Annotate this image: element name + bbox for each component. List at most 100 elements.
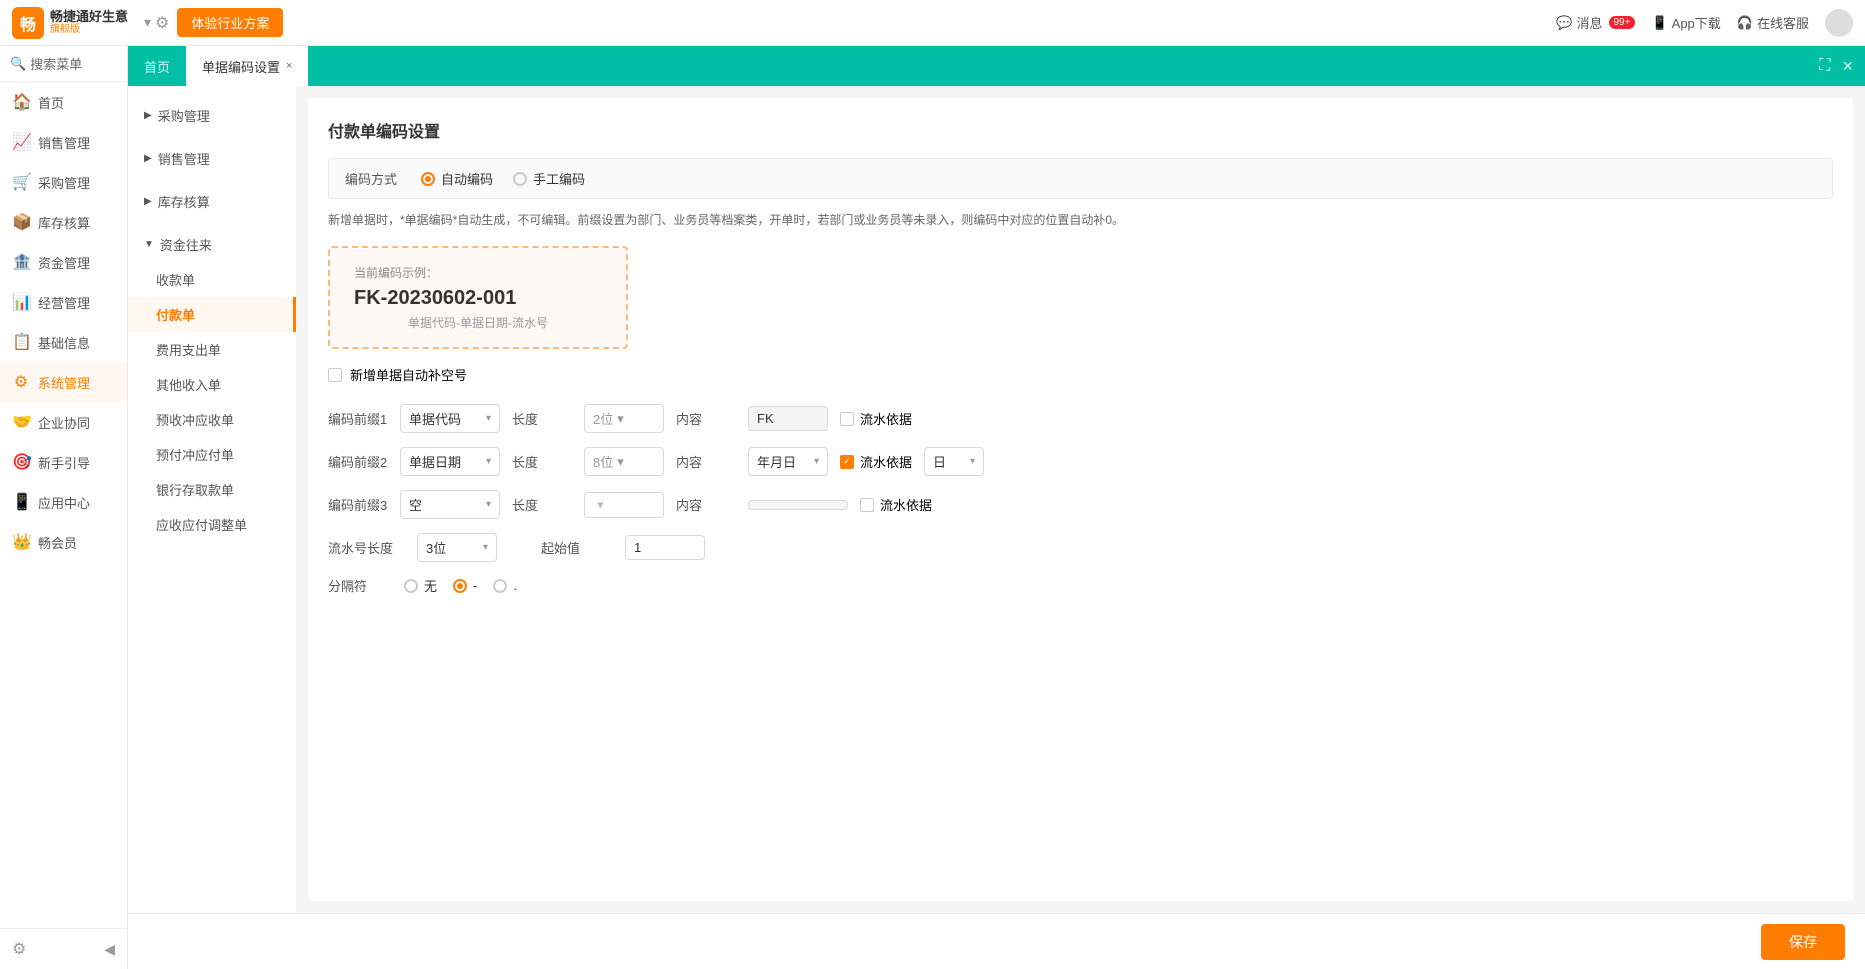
tab-serial-settings[interactable]: 单据编码设置 × <box>186 46 308 86</box>
sidebar-item-apps[interactable]: 📱 应用中心 <box>0 482 127 522</box>
sep-dash-dot <box>453 579 467 593</box>
serial2-group: ✓ 流水依据 <box>840 452 912 471</box>
menu-header-capital[interactable]: ▼ 资金往来 <box>128 227 296 262</box>
arrow-down-icon: ▼ <box>144 239 154 250</box>
encoding-radio-group: 自动编码 手工编码 <box>421 169 585 188</box>
topbar-left: 畅 畅捷通好生意 旗舰版 ▾ ⚙ 体验行业方案 <box>12 7 283 39</box>
main-layout: 🔍 搜索菜单 🏠 首页 📈 销售管理 🛒 采购管理 📦 库存核算 🏦 资金管理 … <box>0 46 1865 969</box>
sidebar-item-operation[interactable]: 📊 经营管理 <box>0 282 127 322</box>
menu-item-expense[interactable]: 费用支出单 <box>128 332 296 367</box>
menu-item-other-income[interactable]: 其他收入单 <box>128 367 296 402</box>
menu-header-sales[interactable]: ▶ 销售管理 <box>128 141 296 176</box>
content2-select[interactable]: 年月日 ▾ <box>748 447 828 476</box>
length3-select[interactable]: ▾ <box>584 492 664 518</box>
sidebar-search[interactable]: 🔍 搜索菜单 <box>0 46 127 82</box>
nav-arrow-icon[interactable]: ▾ <box>144 14 151 31</box>
sidebar-label-purchase: 采购管理 <box>38 173 90 192</box>
tab-expand-icon[interactable]: ⛶ <box>1815 53 1834 79</box>
content3-input <box>748 500 848 510</box>
menu-item-payment[interactable]: 付款单 <box>128 297 296 332</box>
sidebar: 🔍 搜索菜单 🏠 首页 📈 销售管理 🛒 采购管理 📦 库存核算 🏦 资金管理 … <box>0 46 128 969</box>
trial-button[interactable]: 体验行业方案 <box>177 8 283 37</box>
menu-item-prepay-recv[interactable]: 预收冲应收单 <box>128 402 296 437</box>
manual-radio[interactable]: 手工编码 <box>513 169 585 188</box>
tab-close-all-icon[interactable]: × <box>1838 52 1857 81</box>
menu-item-receipt[interactable]: 收款单 <box>128 262 296 297</box>
tab-close-icon[interactable]: × <box>286 60 292 72</box>
logo-sub: 旗舰版 <box>50 24 128 36</box>
prefix2-select[interactable]: 单据日期 ▾ <box>400 447 500 476</box>
main-panel: 付款单编码设置 编码方式 自动编码 手工编码 <box>308 98 1853 901</box>
encoding-method-label: 编码方式 <box>345 169 397 188</box>
menu-header-purchase[interactable]: ▶ 采购管理 <box>128 98 296 133</box>
encoding-method-row: 编码方式 自动编码 手工编码 <box>328 158 1833 199</box>
serial3-group: 流水依据 <box>860 495 932 514</box>
sidebar-item-guide[interactable]: 🎯 新手引导 <box>0 442 127 482</box>
auto-radio-label: 自动编码 <box>441 169 493 188</box>
save-button[interactable]: 保存 <box>1761 924 1845 960</box>
member-icon: 👑 <box>12 532 30 552</box>
sidebar-item-sales[interactable]: 📈 销售管理 <box>0 122 127 162</box>
start-value-input[interactable]: 1 <box>625 535 705 560</box>
auto-fill-checkbox[interactable] <box>328 368 342 382</box>
auto-radio[interactable]: 自动编码 <box>421 169 493 188</box>
menu-item-bank[interactable]: 银行存取款单 <box>128 472 296 507</box>
settings-icon[interactable]: ⚙ <box>155 13 169 33</box>
content1-label: 内容 <box>676 409 736 428</box>
serial3-checkbox[interactable] <box>860 498 874 512</box>
arrow-right-icon2: ▶ <box>144 153 152 164</box>
serial-length-select[interactable]: 3位 ▾ <box>417 533 497 562</box>
sidebar-item-system[interactable]: ⚙ 系统管理 <box>0 362 127 402</box>
sidebar-label-capital: 资金管理 <box>38 253 90 272</box>
sep-dot-label: . <box>513 578 517 593</box>
prefix1-value: 单据代码 <box>409 409 461 428</box>
menu-item-bank-label: 银行存取款单 <box>156 483 234 498</box>
tab-home[interactable]: 首页 <box>128 46 186 86</box>
footer-settings-icon[interactable]: ⚙ <box>12 939 26 959</box>
sidebar-item-member[interactable]: 👑 畅会员 <box>0 522 127 562</box>
prefix2-row: 编码前缀2 单据日期 ▾ 长度 8位 ▾ 内容 年月日 ▾ <box>328 447 1833 476</box>
prefix1-select[interactable]: 单据代码 ▾ <box>400 404 500 433</box>
menu-item-ap-adjust[interactable]: 应收应付调整单 <box>128 507 296 542</box>
sidebar-item-inventory[interactable]: 📦 库存核算 <box>0 202 127 242</box>
service-item[interactable]: 🎧 在线客服 <box>1737 13 1809 32</box>
prefix3-select[interactable]: 空 ▾ <box>400 490 500 519</box>
sidebar-item-basic[interactable]: 📋 基础信息 <box>0 322 127 362</box>
serial2-unit-select[interactable]: 日 ▾ <box>924 447 984 476</box>
sidebar-item-home[interactable]: 🏠 首页 <box>0 82 127 122</box>
sep-dot-radio[interactable]: . <box>493 578 517 593</box>
menu-header-inventory-label: 库存核算 <box>158 192 210 211</box>
length3-arrow-icon: ▾ <box>597 497 604 513</box>
serial2-checkbox[interactable]: ✓ <box>840 455 854 469</box>
length1-select[interactable]: 2位 ▾ <box>584 404 664 433</box>
content1-value: FK <box>757 411 774 426</box>
code-preview-value: FK-20230602-001 <box>354 287 602 310</box>
serial1-checkbox[interactable] <box>840 412 854 426</box>
menu-group-capital: ▼ 资金往来 收款单 付款单 费用支出单 其他收入单 <box>128 223 296 546</box>
basic-icon: 📋 <box>12 332 30 352</box>
sidebar-label-inventory: 库存核算 <box>38 213 90 232</box>
arrow-right-icon3: ▶ <box>144 196 152 207</box>
menu-item-prepay-pay[interactable]: 预付冲应付单 <box>128 437 296 472</box>
sidebar-label-guide: 新手引导 <box>38 453 90 472</box>
message-item[interactable]: 💬 消息 99+ <box>1556 13 1635 32</box>
content2-label: 内容 <box>676 452 736 471</box>
sidebar-item-purchase[interactable]: 🛒 采购管理 <box>0 162 127 202</box>
sep-none-radio[interactable]: 无 <box>404 576 437 595</box>
footer-collapse-icon[interactable]: ◀ <box>104 941 115 958</box>
app-logo: 畅 畅捷通好生意 旗舰版 <box>12 7 128 39</box>
menu-header-inventory[interactable]: ▶ 库存核算 <box>128 184 296 219</box>
topbar-nav[interactable]: ▾ ⚙ <box>144 13 169 33</box>
sep-dash-radio[interactable]: - <box>453 578 477 593</box>
menu-item-receipt-label: 收款单 <box>156 273 195 288</box>
prefix2-value: 单据日期 <box>409 452 461 471</box>
logo-icon: 畅 <box>12 7 44 39</box>
user-avatar[interactable] <box>1825 9 1853 37</box>
length1-label: 长度 <box>512 409 572 428</box>
sidebar-item-enterprise[interactable]: 🤝 企业协同 <box>0 402 127 442</box>
sidebar-item-capital[interactable]: 🏦 资金管理 <box>0 242 127 282</box>
purchase-icon: 🛒 <box>12 172 30 192</box>
length2-select[interactable]: 8位 ▾ <box>584 447 664 476</box>
download-item[interactable]: 📱 App下载 <box>1651 13 1720 32</box>
manual-radio-dot <box>513 172 527 186</box>
